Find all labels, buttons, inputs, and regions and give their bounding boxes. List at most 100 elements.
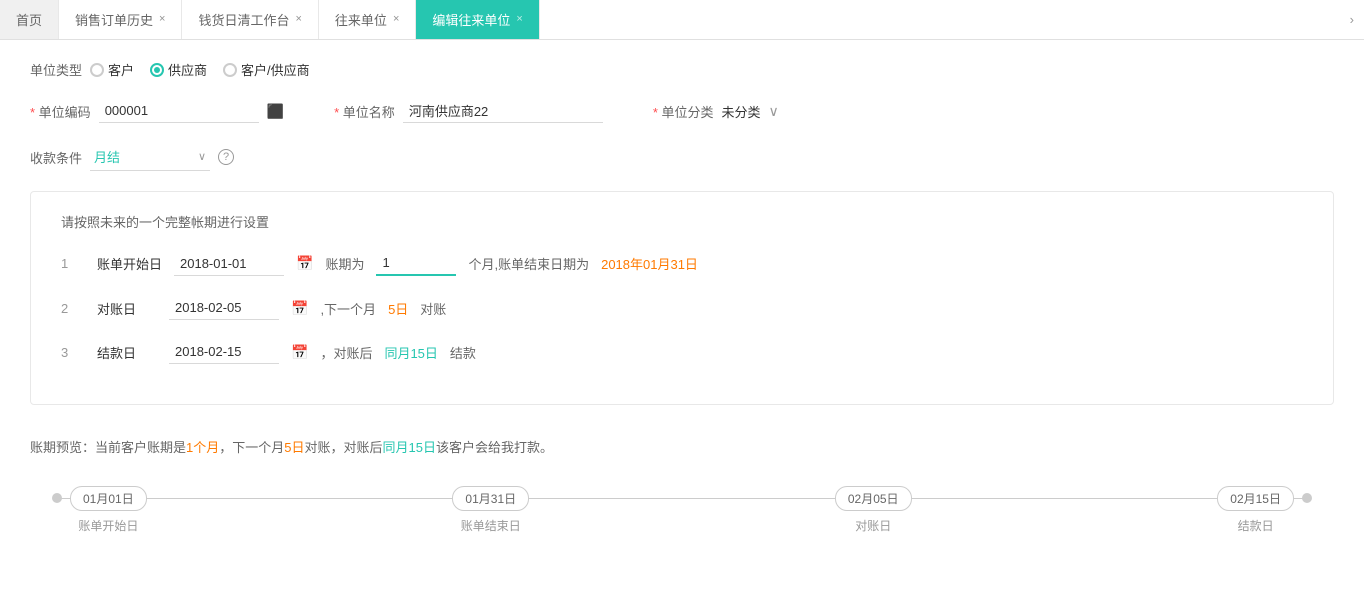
- period-num-1: 1: [61, 256, 85, 271]
- tab-cash-close-icon[interactable]: ×: [295, 14, 301, 25]
- period-desc-pre-2: ,下一个月: [320, 299, 376, 318]
- preview-part5: 同月15日: [383, 440, 436, 455]
- period-cal-icon-3[interactable]: 📅: [291, 344, 308, 361]
- tab-counterparty-label: 往来单位: [335, 10, 387, 29]
- radio-supplier[interactable]: 供应商: [150, 60, 207, 79]
- period-cal-icon-1[interactable]: 📅: [296, 255, 313, 272]
- preview-label: 账期预览：当前客户账期是: [30, 440, 186, 455]
- tab-sales-label: 销售订单历史: [75, 10, 153, 29]
- tab-sales-close-icon[interactable]: ×: [159, 14, 165, 25]
- tab-bar: 首页 销售订单历史 × 钱货日清工作台 × 往来单位 × 编辑往来单位 × ›: [0, 0, 1364, 40]
- period-highlight-day-2: 5日: [388, 299, 408, 318]
- unit-type-field: 单位类型 客户 供应商 客户/供应商: [30, 60, 310, 79]
- payment-terms-row: 收款条件 月结 ∨ ?: [30, 143, 1334, 171]
- preview-part4: 对账，对账后: [305, 440, 383, 455]
- period-row-2: 2 对账日 📅 ,下一个月 5日 对账: [61, 296, 1303, 320]
- period-desc-pre-3: ，对账后: [320, 343, 372, 362]
- tab-counterparty[interactable]: 往来单位 ×: [319, 0, 416, 39]
- payment-terms-field: 收款条件 月结 ∨ ?: [30, 143, 234, 171]
- tab-cash-work[interactable]: 钱货日清工作台 ×: [182, 0, 318, 39]
- unit-type-radio-group: 客户 供应商 客户/供应商: [90, 60, 310, 79]
- payment-terms-label: 收款条件: [30, 148, 82, 167]
- tab-sales-order-history[interactable]: 销售订单历史 ×: [59, 0, 182, 39]
- period-highlight-day-3: 同月15日: [384, 343, 437, 362]
- period-label-3: 结款日: [97, 343, 157, 362]
- timeline-node-4: 02月15日 结款日: [1217, 486, 1294, 534]
- timeline-node-4-date: 02月15日: [1217, 486, 1294, 511]
- main-content: 单位类型 客户 供应商 客户/供应商 单位编码 ⬛: [0, 40, 1364, 608]
- timeline-node-2: 01月31日 账单结束日: [452, 486, 529, 534]
- period-end-date-1: 2018年01月31日: [601, 254, 698, 273]
- radio-customer-circle: [90, 63, 104, 77]
- period-num-2: 2: [61, 301, 85, 316]
- preview-part6: 该客户会给我打款。: [436, 440, 553, 455]
- period-num-3: 3: [61, 345, 85, 360]
- unit-name-input[interactable]: [403, 99, 603, 123]
- timeline-node-3-name: 对账日: [855, 517, 891, 534]
- payment-terms-value: 月结: [94, 147, 194, 166]
- radio-supplier-label: 供应商: [168, 60, 207, 79]
- radio-both-circle: [223, 63, 237, 77]
- unit-name-label: 单位名称: [334, 102, 395, 121]
- radio-customer[interactable]: 客户: [90, 60, 134, 79]
- timeline-node-3: 02月05日 对账日: [835, 486, 912, 534]
- period-label-1: 账单开始日: [97, 254, 162, 273]
- unit-code-label: 单位编码: [30, 102, 91, 121]
- period-label-2: 对账日: [97, 299, 157, 318]
- preview-part3: 5日: [284, 440, 304, 455]
- period-row-3: 3 结款日 📅 ，对账后 同月15日 结款: [61, 340, 1303, 364]
- period-instruction: 请按照未来的一个完整帐期进行设置: [61, 212, 1303, 231]
- tab-edit-counterparty[interactable]: 编辑往来单位 ×: [416, 0, 539, 39]
- tab-home[interactable]: 首页: [0, 0, 59, 39]
- period-suffix-mid-1: 个月,账单结束日期为: [468, 254, 589, 273]
- preview-part1: 1个月: [186, 440, 219, 455]
- payment-terms-dropdown[interactable]: 月结 ∨: [90, 143, 210, 171]
- preview-part2: ，下一个月: [219, 440, 284, 455]
- unit-category-field: 单位分类 未分类 ∨: [653, 102, 882, 121]
- unit-type-label: 单位类型: [30, 60, 82, 79]
- category-dropdown-arrow-icon: ∨: [769, 103, 779, 120]
- radio-both-label: 客户/供应商: [241, 60, 310, 79]
- tab-counterparty-close-icon[interactable]: ×: [393, 14, 399, 25]
- timeline-container: 01月01日 账单开始日 01月31日 账单结束日 02月05日 对账日 02月…: [30, 476, 1334, 564]
- unit-category-dropdown[interactable]: 未分类 ∨: [722, 102, 882, 121]
- unit-name-field: 单位名称: [334, 99, 603, 123]
- period-suffix-end-2: 对账: [420, 299, 446, 318]
- unit-code-input[interactable]: [99, 99, 259, 123]
- radio-both[interactable]: 客户/供应商: [223, 60, 310, 79]
- tab-edit-close-icon[interactable]: ×: [516, 14, 522, 25]
- period-month-input[interactable]: [376, 251, 456, 276]
- timeline-nodes: 01月01日 账单开始日 01月31日 账单结束日 02月05日 对账日 02月…: [50, 486, 1314, 534]
- timeline-node-4-name: 结款日: [1238, 517, 1274, 534]
- timeline-node-3-date: 02月05日: [835, 486, 912, 511]
- radio-customer-label: 客户: [108, 60, 134, 79]
- period-suffix-end-3: 结款: [450, 343, 476, 362]
- preview-text: 账期预览：当前客户账期是1个月，下一个月5日对账，对账后同月15日该客户会给我打…: [30, 437, 1334, 456]
- payment-terms-help-icon[interactable]: ?: [218, 149, 234, 165]
- tab-expand-button[interactable]: ›: [1340, 0, 1364, 39]
- preview-section: 账期预览：当前客户账期是1个月，下一个月5日对账，对账后同月15日该客户会给我打…: [30, 421, 1334, 564]
- timeline-node-2-date: 01月31日: [452, 486, 529, 511]
- radio-supplier-circle: [150, 63, 164, 77]
- payment-terms-arrow-icon: ∨: [198, 150, 206, 163]
- period-cal-icon-2[interactable]: 📅: [291, 300, 308, 317]
- unit-type-row: 单位类型 客户 供应商 客户/供应商: [30, 60, 1334, 79]
- period-date-input-2[interactable]: [169, 296, 279, 320]
- unit-code-field: 单位编码 ⬛: [30, 99, 284, 123]
- tab-home-label: 首页: [16, 10, 42, 29]
- period-suffix-pre-1: 账期为: [325, 254, 364, 273]
- timeline-node-2-name: 账单结束日: [461, 517, 521, 534]
- period-row-1: 1 账单开始日 📅 账期为 个月,账单结束日期为 2018年01月31日: [61, 251, 1303, 276]
- chevron-right-icon: ›: [1350, 12, 1354, 27]
- unit-category-label: 单位分类: [653, 102, 714, 121]
- unit-code-copy-icon[interactable]: ⬛: [267, 103, 284, 120]
- timeline-node-1: 01月01日 账单开始日: [70, 486, 147, 534]
- unit-category-value: 未分类: [722, 102, 761, 121]
- timeline-node-1-date: 01月01日: [70, 486, 147, 511]
- tab-edit-label: 编辑往来单位: [432, 10, 510, 29]
- period-date-input-1[interactable]: [174, 252, 284, 276]
- unit-info-row: 单位编码 ⬛ 单位名称 单位分类 未分类 ∨: [30, 99, 1334, 123]
- timeline-node-1-name: 账单开始日: [78, 517, 138, 534]
- period-settings-box: 请按照未来的一个完整帐期进行设置 1 账单开始日 📅 账期为 个月,账单结束日期…: [30, 191, 1334, 405]
- period-date-input-3[interactable]: [169, 340, 279, 364]
